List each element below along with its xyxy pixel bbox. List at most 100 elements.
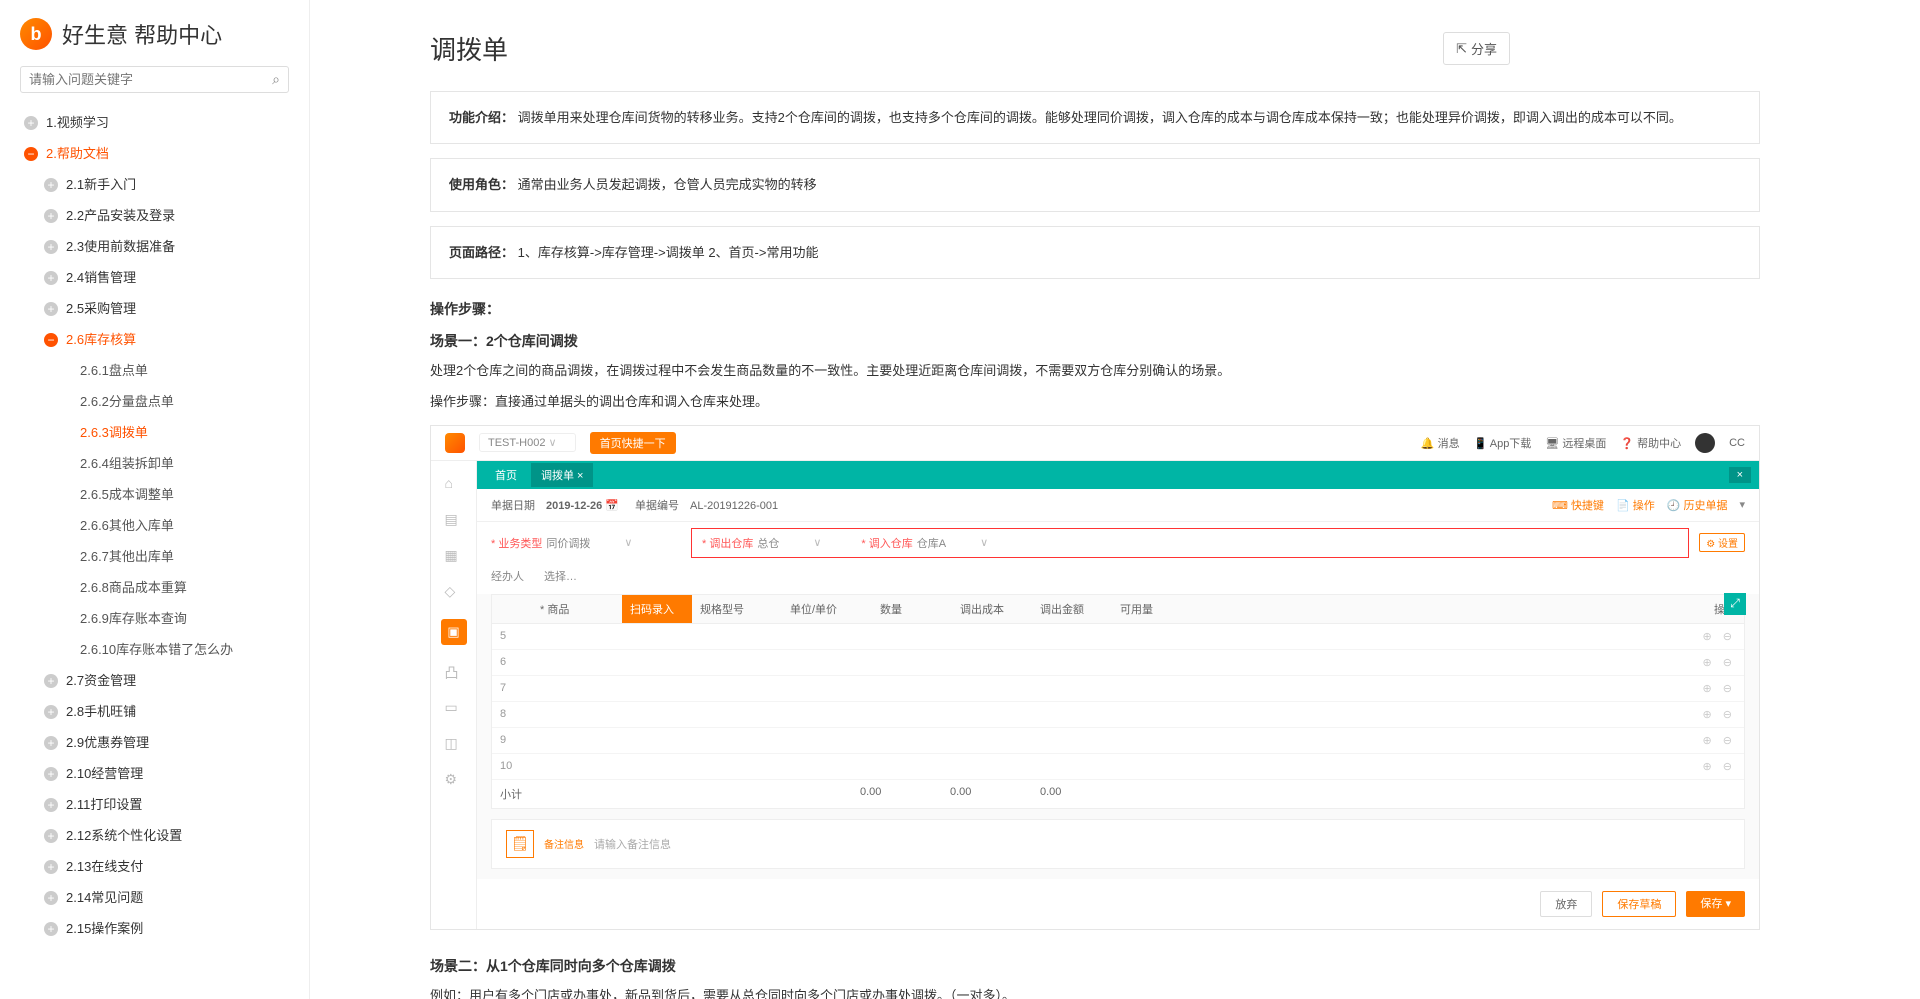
nav-item-docs[interactable]: −2.帮助文档 <box>0 138 309 169</box>
th-scan[interactable]: 扫码录入 <box>622 595 692 623</box>
nav-label: 2.7资金管理 <box>66 665 136 696</box>
building-icon[interactable]: 凸 <box>445 663 463 681</box>
nav-item-2-6-8[interactable]: 2.6.8商品成本重算 <box>0 572 309 603</box>
nav-item-2-13[interactable]: +2.13在线支付 <box>0 851 309 882</box>
store-select[interactable]: TEST-H002 ∨ <box>479 433 576 452</box>
nav-item-2-6-6[interactable]: 2.6.6其他入库单 <box>0 510 309 541</box>
nav-item-2-6-2[interactable]: 2.6.2分量盘点单 <box>0 386 309 417</box>
history-link[interactable]: 🕘 历史单据 <box>1667 497 1728 513</box>
avatar-icon[interactable] <box>1695 433 1715 453</box>
mock-screenshot-1: TEST-H002 ∨ 首页快捷一下 🔔 消息 📱 App下载 🖥 远程桌面 ❓… <box>430 425 1760 930</box>
list-icon[interactable]: ▦ <box>445 547 463 565</box>
scene1-title: 场景一：2个仓库间调拨 <box>430 331 1760 351</box>
nav-item-2-15[interactable]: +2.15操作案例 <box>0 913 309 944</box>
nav-item-2-5[interactable]: +2.5采购管理 <box>0 293 309 324</box>
nav-item-2-1[interactable]: +2.1新手入门 <box>0 169 309 200</box>
th-spec: 规格型号 <box>692 595 782 623</box>
intro-box: 功能介绍： 调拨单用来处理仓库间货物的转移业务。支持2个仓库间的调拨，也支持多个… <box>430 91 1760 144</box>
nav-item-2-6-5[interactable]: 2.6.5成本调整单 <box>0 479 309 510</box>
table-row[interactable]: 7⊕ ⊖ <box>492 676 1744 702</box>
share-button[interactable]: ⇱ 分享 <box>1443 32 1510 65</box>
cancel-button[interactable]: 放弃 <box>1540 891 1592 917</box>
nav-item-2-9[interactable]: +2.9优惠券管理 <box>0 727 309 758</box>
nav-item-2-10[interactable]: +2.10经营管理 <box>0 758 309 789</box>
more-icon[interactable]: ▾ <box>1739 498 1745 511</box>
scene1-p2: 操作步骤：直接通过单据头的调出仓库和调入仓库来处理。 <box>430 390 1760 415</box>
nav-label: 2.6.3调拨单 <box>80 425 148 440</box>
nav-item-2-6-10[interactable]: 2.6.10库存账本错了怎么办 <box>0 634 309 665</box>
in-label: * 调入仓库 <box>861 535 912 551</box>
note-placeholder[interactable]: 请输入备注信息 <box>594 836 671 852</box>
table-row[interactable]: 8⊕ ⊖ <box>492 702 1744 728</box>
box-icon[interactable]: ▣ <box>441 619 467 645</box>
row-actions[interactable]: ⊕ ⊖ <box>1694 756 1744 777</box>
doc-icon[interactable]: ▤ <box>445 511 463 529</box>
save-button[interactable]: 保存 ▾ <box>1686 891 1745 917</box>
op-link[interactable]: 📄 操作 <box>1616 497 1655 513</box>
in-value[interactable]: 仓库A <box>917 535 946 551</box>
search-box[interactable]: ⌕ <box>20 66 289 93</box>
tab-bill[interactable]: 调拨单 × <box>531 463 593 487</box>
row-actions[interactable]: ⊕ ⊖ <box>1694 626 1744 647</box>
msg-link[interactable]: 🔔 消息 <box>1421 435 1460 451</box>
remote-link[interactable]: 🖥 远程桌面 <box>1545 435 1606 451</box>
quick-button[interactable]: 首页快捷一下 <box>590 432 676 454</box>
operator-placeholder[interactable]: 选择… <box>544 568 577 584</box>
table-row[interactable]: 10⊕ ⊖ <box>492 754 1744 780</box>
table-row[interactable]: 6⊕ ⊖ <box>492 650 1744 676</box>
nav-item-2-6-7[interactable]: 2.6.7其他出库单 <box>0 541 309 572</box>
shortcut-link[interactable]: ⌨ 快捷键 <box>1552 497 1604 513</box>
nav-label: 2.1新手入门 <box>66 169 136 200</box>
gear-icon[interactable]: ⚙ <box>445 771 463 789</box>
search-input[interactable] <box>29 72 272 87</box>
nav-item-2-11[interactable]: +2.11打印设置 <box>0 789 309 820</box>
settings-button[interactable]: ⚙ 设置 <box>1699 533 1745 552</box>
nav-item-2-3[interactable]: +2.3使用前数据准备 <box>0 231 309 262</box>
table-row[interactable]: 5⊕ ⊖ <box>492 624 1744 650</box>
nav-item-video[interactable]: +1.视频学习 <box>0 107 309 138</box>
minus-icon: − <box>24 147 38 161</box>
nav-label: 2.11打印设置 <box>66 789 142 820</box>
sum-amt: 0.00 <box>1040 786 1130 802</box>
nav-item-2-6-1[interactable]: 2.6.1盘点单 <box>0 355 309 386</box>
plus-icon: + <box>44 271 58 285</box>
nav-item-2-6-3-active[interactable]: 2.6.3调拨单 <box>0 417 309 448</box>
share-icon: ⇱ <box>1456 41 1467 57</box>
nav-item-2-6-4[interactable]: 2.6.4组装拆卸单 <box>0 448 309 479</box>
minus-icon: − <box>44 333 58 347</box>
app-link[interactable]: 📱 App下载 <box>1474 435 1532 451</box>
tab-close-icon[interactable]: × <box>1729 467 1751 483</box>
nav-item-2-4[interactable]: +2.4销售管理 <box>0 262 309 293</box>
row-actions[interactable]: ⊕ ⊖ <box>1694 652 1744 673</box>
nav-item-2-2[interactable]: +2.2产品安装及登录 <box>0 200 309 231</box>
mock-logo-icon <box>445 433 465 453</box>
plus-icon: + <box>44 674 58 688</box>
save-draft-button[interactable]: 保存草稿 <box>1602 891 1676 917</box>
th-product: * 商品 <box>532 595 622 623</box>
row-actions[interactable]: ⊕ ⊖ <box>1694 730 1744 751</box>
help-link[interactable]: ❓ 帮助中心 <box>1620 435 1681 451</box>
nav-label: 2.6.1盘点单 <box>80 363 148 378</box>
nav-item-2-7[interactable]: +2.7资金管理 <box>0 665 309 696</box>
row-actions[interactable]: ⊕ ⊖ <box>1694 678 1744 699</box>
chart-icon[interactable]: ◫ <box>445 735 463 753</box>
nav-item-2-8[interactable]: +2.8手机旺铺 <box>0 696 309 727</box>
search-icon[interactable]: ⌕ <box>272 71 280 88</box>
out-value[interactable]: 总仓 <box>757 535 779 551</box>
type-value[interactable]: 同价调拨 <box>546 535 590 551</box>
role-text: 通常由业务人员发起调拨，仓管人员完成实物的转移 <box>518 177 817 192</box>
nav-item-2-12[interactable]: +2.12系统个性化设置 <box>0 820 309 851</box>
nav-item-2-14[interactable]: +2.14常见问题 <box>0 882 309 913</box>
role-box: 使用角色： 通常由业务人员发起调拨，仓管人员完成实物的转移 <box>430 158 1760 211</box>
home-icon[interactable]: ⌂ <box>445 475 463 493</box>
plus-icon: + <box>24 116 38 130</box>
row-actions[interactable]: ⊕ ⊖ <box>1694 704 1744 725</box>
table-row[interactable]: 9⊕ ⊖ <box>492 728 1744 754</box>
nav-item-2-6[interactable]: −2.6库存核算 <box>0 324 309 355</box>
nav-item-2-6-9[interactable]: 2.6.9库存账本查询 <box>0 603 309 634</box>
tag-icon[interactable]: ◇ <box>445 583 463 601</box>
expand-icon[interactable]: ⤢ <box>1724 593 1746 615</box>
tab-home[interactable]: 首页 <box>485 463 527 487</box>
nav-label: 2.帮助文档 <box>46 138 109 169</box>
wallet-icon[interactable]: ▭ <box>445 699 463 717</box>
